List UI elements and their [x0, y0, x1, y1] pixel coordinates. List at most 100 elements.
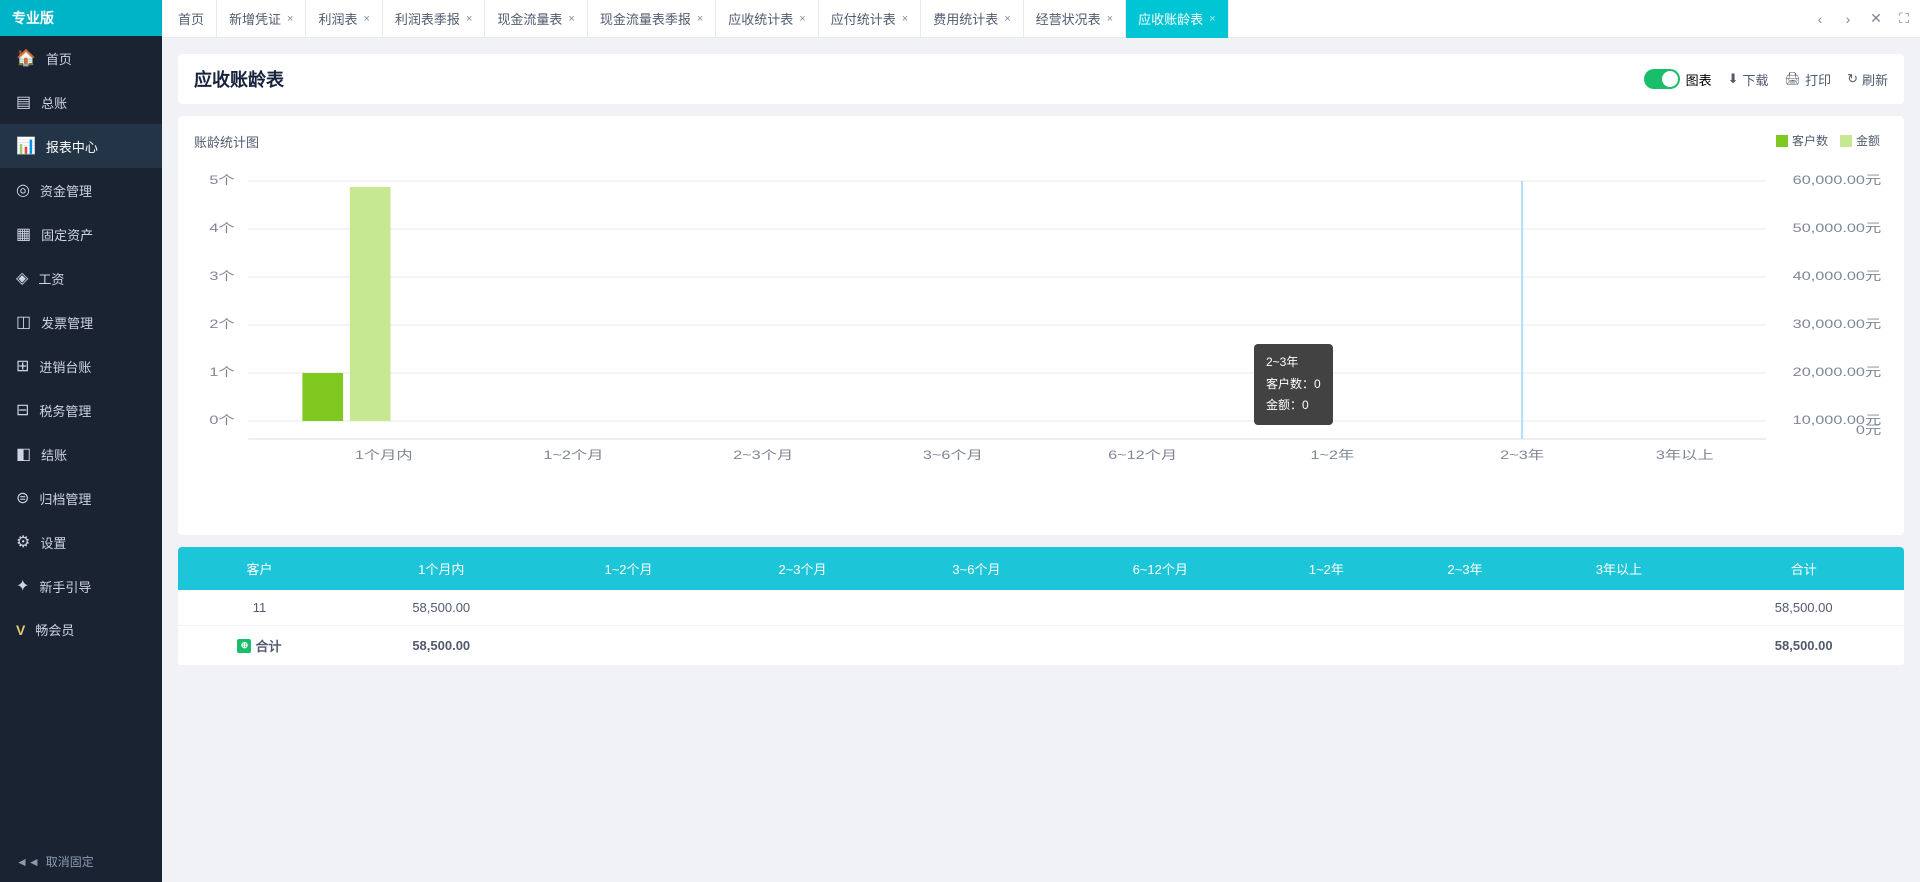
- tab-label: 应付统计表: [831, 9, 896, 28]
- legend-amount-dot: [1840, 135, 1852, 147]
- tab-close-icon[interactable]: ×: [287, 13, 293, 25]
- print-icon: 🖨: [1785, 71, 1802, 87]
- home-icon: 🏠: [16, 48, 36, 68]
- sidebar-item-tax[interactable]: ⊟ 税务管理: [0, 388, 162, 432]
- bar-customer-1month: [302, 373, 343, 421]
- tab-close-icon[interactable]: ×: [1209, 13, 1215, 25]
- tab-close-icon[interactable]: ×: [1004, 13, 1010, 25]
- chart-toggle[interactable]: [1644, 69, 1680, 89]
- th-customer: 客户: [178, 547, 341, 590]
- tab-profit-quarter[interactable]: 利润表季报 ×: [383, 0, 485, 38]
- td-y12: [1257, 590, 1396, 626]
- td-m23: [715, 590, 889, 626]
- sidebar-item-ledger[interactable]: ▤ 总账: [0, 80, 162, 124]
- sidebar-item-settings[interactable]: ⚙ 设置: [0, 520, 162, 564]
- chart-svg-wrap: 5个 4个 3个 2个 1个 0个 60,000.00元 50,000.00元 …: [194, 159, 1888, 519]
- sidebar-item-archive[interactable]: ⊜ 归档管理: [0, 476, 162, 520]
- td-total-m612: [1063, 626, 1257, 666]
- tab-label: 应收账龄表: [1138, 9, 1203, 28]
- print-btn[interactable]: 🖨 打印: [1785, 70, 1832, 89]
- tab-next-btn[interactable]: ›: [1836, 7, 1860, 31]
- collapse-sidebar-btn[interactable]: ◄◄ 取消固定: [0, 841, 162, 882]
- sidebar-item-label: 结账: [41, 445, 67, 464]
- sidebar-item-label: 报表中心: [46, 137, 98, 156]
- svg-text:1个: 1个: [209, 365, 234, 379]
- sidebar-item-vip[interactable]: V 畅会员: [0, 608, 162, 651]
- tab-label: 现金流量表季报: [600, 9, 691, 28]
- close-accounts-icon: ◧: [16, 444, 31, 464]
- tab-prev-btn[interactable]: ‹: [1808, 7, 1832, 31]
- legend-customer-dot: [1776, 135, 1788, 147]
- tab-operation-stat[interactable]: 经营状况表 ×: [1024, 0, 1126, 38]
- table-total-row: ⊕ 合计 58,500.00 58,500.00: [178, 626, 1904, 666]
- td-y3plus: [1534, 590, 1703, 626]
- page-content: 应收账龄表 图表 ⬇ 下载 🖨 打印 ↻ 刷新: [162, 38, 1920, 882]
- th-m23: 2~3个月: [715, 547, 889, 590]
- asset-icon: ▦: [16, 224, 31, 244]
- tab-profit[interactable]: 利润表 ×: [306, 0, 382, 38]
- page-header: 应收账龄表 图表 ⬇ 下载 🖨 打印 ↻ 刷新: [178, 54, 1904, 104]
- tab-expense-stat[interactable]: 费用统计表 ×: [921, 0, 1023, 38]
- td-m612: [1063, 590, 1257, 626]
- fund-icon: ◎: [16, 180, 30, 200]
- refresh-btn[interactable]: ↻ 刷新: [1847, 70, 1888, 89]
- tab-maximize-btn[interactable]: ⛶: [1892, 7, 1916, 31]
- tab-cashflow[interactable]: 现金流量表 ×: [485, 0, 587, 38]
- ledger-icon: ▤: [16, 92, 31, 112]
- report-icon: 📊: [16, 136, 36, 156]
- salary-icon: ◈: [16, 268, 28, 288]
- tab-close-icon[interactable]: ×: [363, 13, 369, 25]
- td-m12: [542, 590, 716, 626]
- tab-label: 首页: [178, 9, 204, 28]
- sidebar-item-salary[interactable]: ◈ 工资: [0, 256, 162, 300]
- tab-close-icon[interactable]: ×: [902, 13, 908, 25]
- legend-amount: 金额: [1840, 132, 1880, 149]
- sidebar-item-asset[interactable]: ▦ 固定资产: [0, 212, 162, 256]
- sidebar-item-label: 固定资产: [41, 225, 93, 244]
- td-y23: [1396, 590, 1535, 626]
- td-total: 58,500.00: [1703, 590, 1904, 626]
- purchase-icon: ⊞: [16, 356, 29, 376]
- tab-close-icon[interactable]: ×: [799, 13, 805, 25]
- tab-close-icon[interactable]: ×: [1107, 13, 1113, 25]
- td-total-label: ⊕ 合计: [178, 626, 341, 666]
- sidebar-item-report[interactable]: 📊 报表中心: [0, 124, 162, 168]
- td-m1: 58,500.00: [341, 590, 542, 626]
- sidebar-item-home[interactable]: 🏠 首页: [0, 36, 162, 80]
- sidebar-item-guide[interactable]: ✦ 新手引导: [0, 564, 162, 608]
- tab-payable-stat[interactable]: 应付统计表 ×: [819, 0, 921, 38]
- svg-text:1~2年: 1~2年: [1310, 448, 1354, 462]
- tab-close-icon[interactable]: ×: [697, 13, 703, 25]
- download-label: 下载: [1743, 70, 1769, 89]
- legend-customer: 客户数: [1776, 132, 1828, 149]
- tab-new-voucher[interactable]: 新增凭证 ×: [217, 0, 306, 38]
- tab-close-all-btn[interactable]: ✕: [1864, 7, 1888, 31]
- guide-icon: ✦: [16, 576, 29, 596]
- svg-text:30,000.00元: 30,000.00元: [1793, 318, 1882, 331]
- svg-text:6~12个月: 6~12个月: [1108, 448, 1177, 462]
- td-total-y12: [1257, 626, 1396, 666]
- sidebar-item-label: 总账: [41, 93, 67, 112]
- sidebar-item-invoice[interactable]: ◫ 发票管理: [0, 300, 162, 344]
- tab-receivable-stat[interactable]: 应收统计表 ×: [716, 0, 818, 38]
- bar-amount-1month: [350, 187, 391, 421]
- sidebar-item-fund[interactable]: ◎ 资金管理: [0, 168, 162, 212]
- tab-cashflow-quarter[interactable]: 现金流量表季报 ×: [588, 0, 716, 38]
- tab-close-icon[interactable]: ×: [466, 13, 472, 25]
- svg-text:1个月内: 1个月内: [355, 448, 413, 462]
- total-label-text: 合计: [255, 636, 281, 655]
- tab-receivable-aging[interactable]: 应收账龄表 ×: [1126, 0, 1228, 38]
- invoice-icon: ◫: [16, 312, 31, 332]
- sidebar-item-label: 归档管理: [39, 489, 91, 508]
- sidebar-item-close[interactable]: ◧ 结账: [0, 432, 162, 476]
- td-customer: 11: [178, 590, 341, 626]
- page-title: 应收账龄表: [194, 66, 284, 92]
- sidebar-item-purchase[interactable]: ⊞ 进销台账: [0, 344, 162, 388]
- tab-close-icon[interactable]: ×: [568, 13, 574, 25]
- svg-text:2个: 2个: [209, 317, 234, 331]
- download-btn[interactable]: ⬇ 下载: [1728, 70, 1769, 89]
- tab-home[interactable]: 首页: [166, 0, 217, 38]
- sidebar-item-label: 发票管理: [41, 313, 93, 332]
- main-content: 首页 新增凭证 × 利润表 × 利润表季报 × 现金流量表 × 现金流量表季报 …: [162, 0, 1920, 882]
- tab-label: 利润表季报: [395, 9, 460, 28]
